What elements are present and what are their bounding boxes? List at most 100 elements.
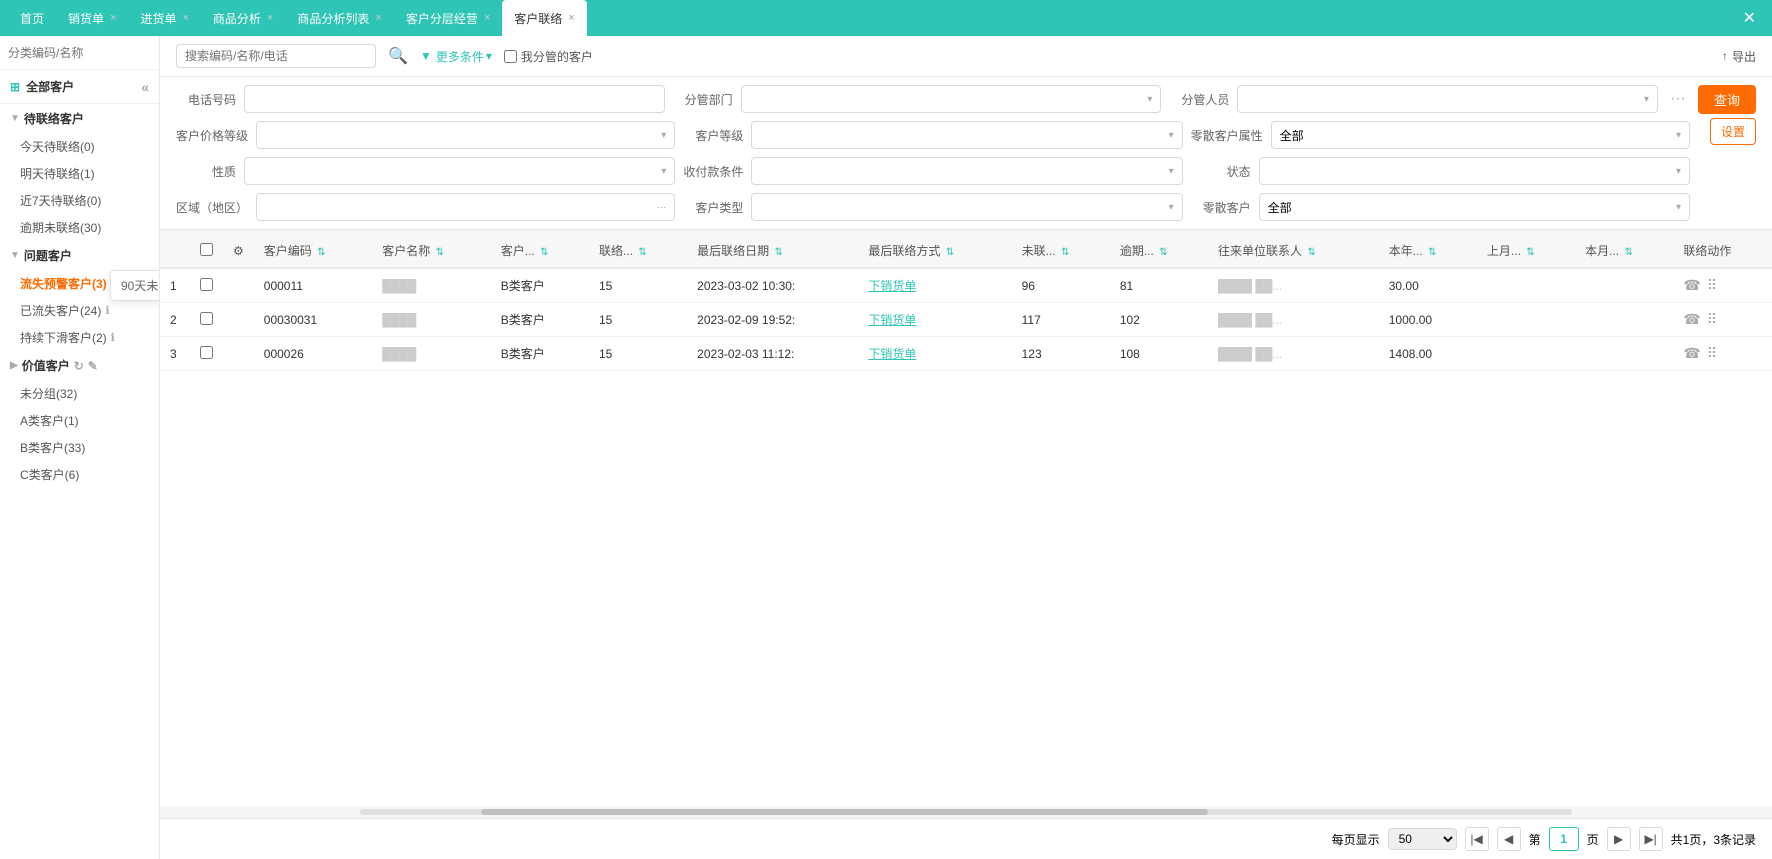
cell-last-method[interactable]: 下销货单 (858, 268, 1011, 303)
tab-product-analysis-list[interactable]: 商品分析列表 × (285, 0, 393, 36)
col-last-date[interactable]: 最后联络日期 ⇅ (687, 234, 858, 268)
sidebar-all-customers[interactable]: ⊞ 全部客户 « (0, 70, 159, 104)
more-options-icon-1[interactable]: ··· (1666, 90, 1690, 108)
col-settings[interactable]: ⚙ (223, 234, 254, 268)
sidebar-group-problem-customers[interactable]: ▼ 问题客户 (0, 241, 159, 270)
sidebar-item-declining[interactable]: 持续下滑客户(2) ℹ (0, 324, 159, 351)
col-name[interactable]: 客户名称 ⇅ (372, 234, 491, 268)
last-page-button[interactable]: ▶| (1639, 827, 1663, 851)
row-checkbox-2[interactable] (200, 346, 213, 359)
col-this-month[interactable]: 本月... ⇅ (1575, 234, 1673, 268)
sidebar-item-7day-pending[interactable]: 近7天待联络(0) (0, 187, 159, 214)
cell-check[interactable] (190, 337, 223, 371)
customer-level-select[interactable]: ▾ (751, 121, 1182, 149)
last-method-link-2[interactable]: 下销货单 (868, 347, 916, 361)
nature-select[interactable]: ▾ (244, 157, 675, 185)
col-last-month-label: 上月... (1487, 244, 1521, 258)
sidebar-item-c-class[interactable]: C类客户(6) (0, 461, 159, 488)
sidebar-item-tomorrow-pending[interactable]: 明天待联络(1) (0, 160, 159, 187)
sidebar-item-b-class[interactable]: B类客户(33) (0, 434, 159, 461)
zero-attr-select[interactable]: 全部 ▾ (1271, 121, 1690, 149)
more-action-icon-2[interactable]: ⠿ (1707, 345, 1717, 362)
sidebar-collapse-icon[interactable]: « (141, 79, 149, 95)
col-type[interactable]: 客户... ⇅ (491, 234, 589, 268)
col-code[interactable]: 客户编码 ⇅ (254, 234, 373, 268)
region-select[interactable]: ··· (256, 193, 675, 221)
select-all-checkbox[interactable] (200, 243, 213, 256)
col-contact[interactable]: 联络... ⇅ (589, 234, 687, 268)
horizontal-scrollbar[interactable] (160, 806, 1772, 818)
sidebar-search-bar: 🔍 (0, 36, 159, 70)
sidebar-group-pending-contact[interactable]: ▼ 待联络客户 (0, 104, 159, 133)
settings-button[interactable]: 设置 (1710, 118, 1756, 145)
nature-arrow: ▾ (661, 166, 666, 177)
customer-type-select[interactable]: ▾ (751, 193, 1182, 221)
tab-close-customer-contact[interactable]: × (568, 12, 574, 24)
row-checkbox-0[interactable] (200, 278, 213, 291)
sidebar-item-churned[interactable]: 已流失客户(24) ℹ (0, 297, 159, 324)
cell-check[interactable] (190, 268, 223, 303)
sidebar-search-input[interactable] (8, 46, 160, 60)
tab-close-purchase-order[interactable]: × (182, 12, 188, 24)
table-row: 1 000011 ████ B类客户 15 2023-03-02 10:30: … (160, 268, 1772, 303)
tab-product-analysis[interactable]: 商品分析 × (201, 0, 285, 36)
first-page-button[interactable]: |◀ (1465, 827, 1489, 851)
more-action-icon-1[interactable]: ⠿ (1707, 311, 1717, 328)
sidebar-item-a-class[interactable]: A类客户(1) (0, 407, 159, 434)
col-overdue[interactable]: 逾期... ⇅ (1110, 234, 1208, 268)
tab-close-product-analysis-list[interactable]: × (375, 12, 381, 24)
main-search-input[interactable] (176, 44, 376, 68)
dept-select[interactable]: ▾ (741, 85, 1162, 113)
page-size-select[interactable]: 50 100 200 (1388, 828, 1457, 850)
main-search-button[interactable]: 🔍 (388, 46, 408, 66)
cell-check[interactable] (190, 303, 223, 337)
price-level-select[interactable]: ▾ (256, 121, 675, 149)
sidebar-item-today-pending[interactable]: 今天待联络(0) (0, 133, 159, 160)
my-customers-check[interactable] (504, 50, 517, 63)
cell-last-method[interactable]: 下销货单 (858, 337, 1011, 371)
col-last-month[interactable]: 上月... ⇅ (1477, 234, 1575, 268)
my-customers-checkbox[interactable]: 我分管的客户 (504, 48, 593, 65)
more-conditions-button[interactable]: ▼ 更多条件 ▾ (420, 48, 492, 65)
tab-close-sales-order[interactable]: × (110, 12, 116, 24)
sidebar-item-ungrouped[interactable]: 未分组(32) (0, 380, 159, 407)
tab-purchase-order[interactable]: 进货单 × (128, 0, 200, 36)
tab-home[interactable]: 首页 (8, 0, 56, 36)
query-button[interactable]: 查询 (1698, 85, 1756, 114)
filter-actions-panel: 查询 设置 (1698, 85, 1756, 221)
more-action-icon-0[interactable]: ⠿ (1707, 277, 1717, 294)
col-checkbox[interactable] (190, 234, 223, 268)
export-button[interactable]: ↑ 导出 (1722, 48, 1756, 65)
cell-last-method[interactable]: 下销货单 (858, 303, 1011, 337)
col-this-year[interactable]: 本年... ⇅ (1379, 234, 1477, 268)
col-last-method[interactable]: 最后联络方式 ⇅ (858, 234, 1011, 268)
last-method-link-1[interactable]: 下销货单 (868, 313, 916, 327)
cell-not-contacted: 117 (1012, 303, 1110, 337)
value-customers-edit-icon[interactable]: ✎ (88, 359, 98, 373)
cell-last-date: 2023-03-02 10:30: (687, 268, 858, 303)
phone-input[interactable] (244, 85, 665, 113)
app-close-button[interactable]: ✕ (1735, 8, 1764, 28)
contact-action-icon-0[interactable]: ☎ (1683, 277, 1700, 294)
contact-action-icon-1[interactable]: ☎ (1683, 311, 1700, 328)
status-select[interactable]: ▾ (1259, 157, 1690, 185)
person-select[interactable]: ▾ (1237, 85, 1658, 113)
zero-customer-select[interactable]: 全部 ▾ (1259, 193, 1690, 221)
sidebar-group-value-customers[interactable]: ▶ 价值客户 ↻ ✎ (0, 351, 159, 380)
last-method-link-0[interactable]: 下销货单 (868, 279, 916, 293)
contact-action-icon-2[interactable]: ☎ (1683, 345, 1700, 362)
table-body: 1 000011 ████ B类客户 15 2023-03-02 10:30: … (160, 268, 1772, 371)
tab-sales-order[interactable]: 销货单 × (56, 0, 128, 36)
next-page-button[interactable]: ▶ (1607, 827, 1631, 851)
sidebar-item-overdue-contact[interactable]: 逾期未联络(30) (0, 214, 159, 241)
col-not-contacted[interactable]: 未联... ⇅ (1012, 234, 1110, 268)
prev-page-button[interactable]: ◀ (1497, 827, 1521, 851)
tab-customer-tier[interactable]: 客户分层经营 × (394, 0, 502, 36)
row-checkbox-1[interactable] (200, 312, 213, 325)
tab-close-product-analysis[interactable]: × (267, 12, 273, 24)
value-customers-refresh-icon[interactable]: ↻ (74, 359, 84, 373)
tab-close-customer-tier[interactable]: × (484, 12, 490, 24)
col-unit-contact[interactable]: 往来单位联系人 ⇅ (1208, 234, 1379, 268)
tab-customer-contact[interactable]: 客户联络 × (502, 0, 586, 36)
payment-select[interactable]: ▾ (751, 157, 1182, 185)
